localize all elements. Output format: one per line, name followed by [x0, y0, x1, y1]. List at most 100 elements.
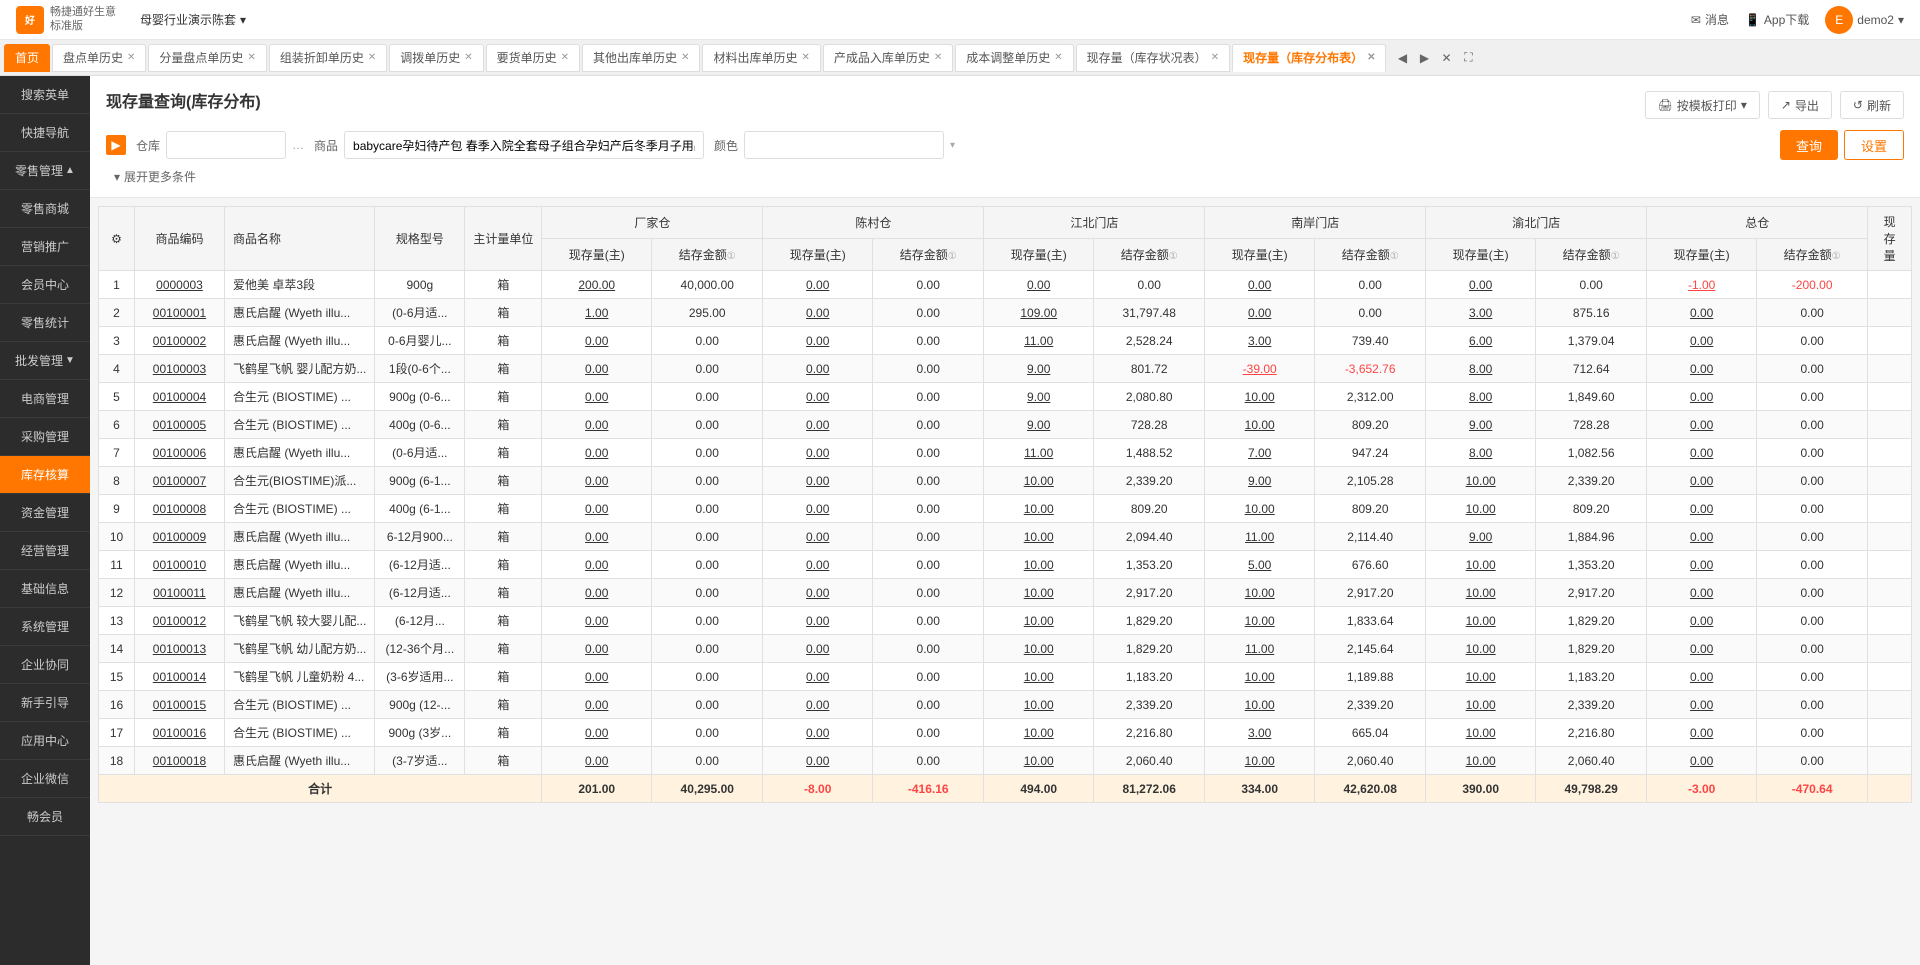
row-code[interactable]: 00100004: [135, 383, 225, 411]
row-code[interactable]: 00100018: [135, 747, 225, 775]
row-c5-qty[interactable]: 10.00: [1426, 635, 1536, 663]
row-c3-qty[interactable]: 10.00: [984, 635, 1094, 663]
tab-2[interactable]: 分量盘点单历史 ✕: [148, 44, 266, 72]
row-c2-qty[interactable]: 0.00: [763, 747, 873, 775]
close-icon[interactable]: ✕: [1211, 52, 1219, 63]
row-c5-qty[interactable]: 9.00: [1426, 411, 1536, 439]
row-c5-qty[interactable]: 10.00: [1426, 551, 1536, 579]
row-c4-qty[interactable]: 3.00: [1205, 327, 1315, 355]
sidebar-item-wholesale[interactable]: 批发管理 ▼: [0, 342, 90, 380]
row-total-qty[interactable]: 0.00: [1647, 439, 1757, 467]
row-c3-qty[interactable]: 11.00: [984, 439, 1094, 467]
row-c4-qty[interactable]: 10.00: [1205, 663, 1315, 691]
row-c3-qty[interactable]: 9.00: [984, 411, 1094, 439]
expand-more-btn[interactable]: ▾ 展开更多条件: [106, 164, 1904, 189]
info-icon-3[interactable]: ①: [1169, 251, 1178, 262]
row-c2-qty[interactable]: 0.00: [763, 635, 873, 663]
row-c3-qty[interactable]: 10.00: [984, 607, 1094, 635]
row-c5-qty[interactable]: 3.00: [1426, 299, 1536, 327]
sidebar-item-enterprise[interactable]: 企业协同: [0, 646, 90, 684]
row-c2-qty[interactable]: 0.00: [763, 495, 873, 523]
warehouse-input[interactable]: [166, 131, 286, 159]
sidebar-item-ecommerce[interactable]: 电商管理: [0, 380, 90, 418]
row-c4-qty[interactable]: 9.00: [1205, 467, 1315, 495]
row-total-qty[interactable]: 0.00: [1647, 635, 1757, 663]
row-c2-qty[interactable]: 0.00: [763, 663, 873, 691]
row-c4-qty[interactable]: 10.00: [1205, 495, 1315, 523]
row-code[interactable]: 00100015: [135, 691, 225, 719]
tab-4[interactable]: 调拨单历史 ✕: [389, 44, 483, 72]
row-c4-qty[interactable]: 11.00: [1205, 523, 1315, 551]
tab-5[interactable]: 要货单历史 ✕: [486, 44, 580, 72]
row-total-qty[interactable]: 0.00: [1647, 299, 1757, 327]
tab-10[interactable]: 现存量（库存状况表） ✕: [1076, 44, 1230, 72]
refresh-button[interactable]: ↺ 刷新: [1840, 91, 1904, 119]
row-code[interactable]: 00100005: [135, 411, 225, 439]
print-button[interactable]: 🖨 按模板打印 ▾: [1645, 91, 1760, 119]
row-c1-qty[interactable]: 0.00: [542, 383, 652, 411]
industry-selector[interactable]: 母婴行业演示陈套 ▾: [140, 11, 246, 28]
row-c3-qty[interactable]: 11.00: [984, 327, 1094, 355]
row-total-qty[interactable]: 0.00: [1647, 607, 1757, 635]
row-c5-qty[interactable]: 0.00: [1426, 271, 1536, 299]
close-icon[interactable]: ✕: [464, 52, 472, 63]
row-code[interactable]: 00100009: [135, 523, 225, 551]
row-c1-qty[interactable]: 0.00: [542, 467, 652, 495]
sidebar-item-newbie[interactable]: 新手引导: [0, 684, 90, 722]
row-c1-qty[interactable]: 0.00: [542, 607, 652, 635]
row-total-qty[interactable]: 0.00: [1647, 747, 1757, 775]
export-button[interactable]: ↗ 导出: [1768, 91, 1832, 119]
close-icon[interactable]: ✕: [1054, 52, 1062, 63]
row-c3-qty[interactable]: 10.00: [984, 551, 1094, 579]
close-icon[interactable]: ✕: [934, 52, 942, 63]
sidebar-item-inventory[interactable]: 库存核算: [0, 456, 90, 494]
row-c5-qty[interactable]: 8.00: [1426, 439, 1536, 467]
sidebar-item-mall[interactable]: 零售商城: [0, 190, 90, 228]
row-c1-qty[interactable]: 0.00: [542, 747, 652, 775]
info-icon-5[interactable]: ①: [1611, 251, 1620, 262]
sidebar-item-operations[interactable]: 经营管理: [0, 532, 90, 570]
info-icon-4[interactable]: ①: [1390, 251, 1399, 262]
row-total-qty[interactable]: 0.00: [1647, 355, 1757, 383]
row-c4-qty[interactable]: -39.00: [1205, 355, 1315, 383]
row-c1-qty[interactable]: 0.00: [542, 495, 652, 523]
tab-home[interactable]: 首页: [4, 44, 50, 72]
info-icon-6[interactable]: ①: [1832, 251, 1841, 262]
row-total-qty[interactable]: 0.00: [1647, 719, 1757, 747]
info-icon-2[interactable]: ①: [948, 251, 957, 262]
row-c4-qty[interactable]: 10.00: [1205, 691, 1315, 719]
row-c5-qty[interactable]: 10.00: [1426, 495, 1536, 523]
row-c1-qty[interactable]: 0.00: [542, 635, 652, 663]
row-c5-qty[interactable]: 9.00: [1426, 523, 1536, 551]
row-code[interactable]: 00100006: [135, 439, 225, 467]
sidebar-item-member[interactable]: 会员中心: [0, 266, 90, 304]
row-c5-qty[interactable]: 10.00: [1426, 719, 1536, 747]
row-c5-qty[interactable]: 10.00: [1426, 467, 1536, 495]
row-c2-qty[interactable]: 0.00: [763, 355, 873, 383]
row-c2-qty[interactable]: 0.00: [763, 467, 873, 495]
sidebar-item-retail-stats[interactable]: 零售统计: [0, 304, 90, 342]
row-total-qty[interactable]: 0.00: [1647, 523, 1757, 551]
row-c1-qty[interactable]: 1.00: [542, 299, 652, 327]
row-c2-qty[interactable]: 0.00: [763, 299, 873, 327]
row-total-qty[interactable]: 0.00: [1647, 551, 1757, 579]
tab-9[interactable]: 成本调整单历史 ✕: [955, 44, 1073, 72]
row-c1-qty[interactable]: 0.00: [542, 551, 652, 579]
close-icon[interactable]: ✕: [127, 52, 135, 63]
row-c2-qty[interactable]: 0.00: [763, 411, 873, 439]
row-code[interactable]: 00100002: [135, 327, 225, 355]
row-c4-qty[interactable]: 0.00: [1205, 299, 1315, 327]
row-c3-qty[interactable]: 9.00: [984, 383, 1094, 411]
row-c4-qty[interactable]: 10.00: [1205, 411, 1315, 439]
settings-button[interactable]: 设置: [1844, 130, 1904, 160]
row-c4-qty[interactable]: 10.00: [1205, 607, 1315, 635]
th-gear[interactable]: ⚙: [99, 207, 135, 271]
query-button[interactable]: 查询: [1780, 130, 1838, 160]
row-c5-qty[interactable]: 6.00: [1426, 327, 1536, 355]
color-input[interactable]: [744, 131, 944, 159]
sidebar-item-retail[interactable]: 零售管理 ▲: [0, 152, 90, 190]
row-code[interactable]: 00100014: [135, 663, 225, 691]
row-c3-qty[interactable]: 109.00: [984, 299, 1094, 327]
row-c4-qty[interactable]: 10.00: [1205, 579, 1315, 607]
row-total-qty[interactable]: 0.00: [1647, 663, 1757, 691]
